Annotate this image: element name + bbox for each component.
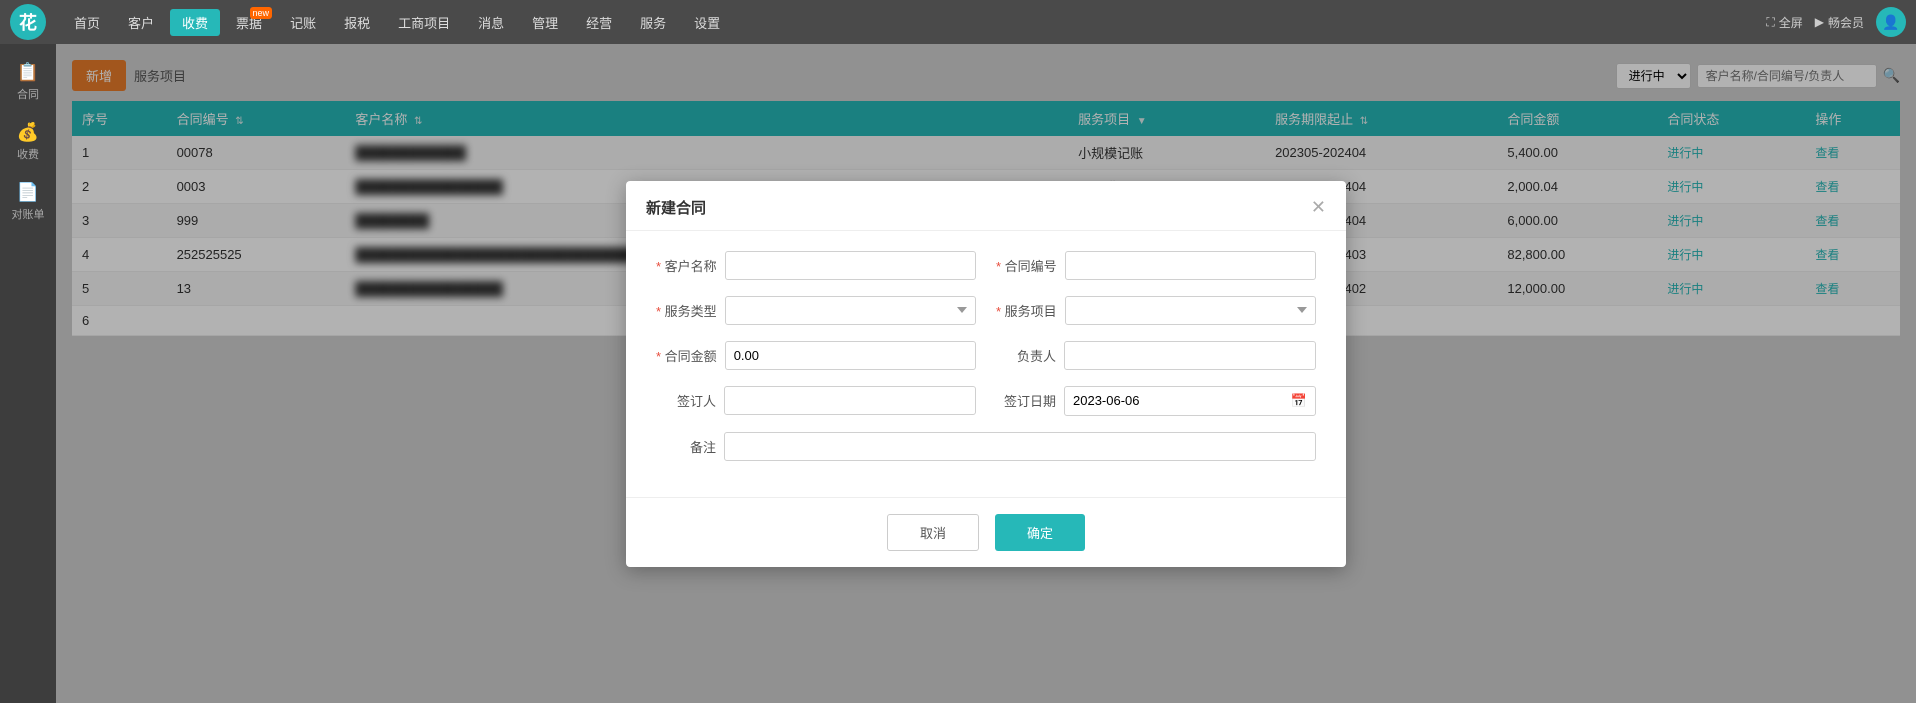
modal-title: 新建合同 [646,197,706,218]
form-group-contract-no: 合同编号 [996,251,1316,280]
form-group-service-item: 服务项目 [996,296,1316,325]
nav-bookkeeping[interactable]: 记账 [278,9,328,36]
form-group-service-type: 服务类型 [656,296,976,325]
remark-input[interactable] [724,432,1316,461]
billing-icon: 💰 [17,122,39,143]
new-contract-modal: 新建合同 ✕ 客户名称 合同编号 [626,181,1346,567]
sidebar-item-contract[interactable]: 📋 合同 [0,54,56,110]
nav-billing[interactable]: 收费 [170,9,220,36]
nav-tax[interactable]: 报税 [332,9,382,36]
signer-label: 签订人 [656,391,716,410]
customer-name-label: 客户名称 [656,256,717,275]
form-row-4: 签订人 签订日期 2023-06-06 📅 [656,386,1316,416]
app-logo: 花 [10,4,46,40]
modal-header: 新建合同 ✕ [626,181,1346,231]
modal-footer: 取消 确定 [626,497,1346,567]
form-row-1: 客户名称 合同编号 [656,251,1316,280]
form-row-3: 合同金额 0.00 负责人 [656,341,1316,370]
form-row-5: 备注 [656,432,1316,461]
confirm-button[interactable]: 确定 [995,514,1085,551]
vip-icon: ▶ [1815,15,1824,29]
calendar-icon: 📅 [1291,393,1307,409]
nav-invoice[interactable]: 票据 new [224,9,274,36]
nav-service[interactable]: 服务 [628,9,678,36]
vip-button[interactable]: ▶ 畅会员 [1815,14,1864,31]
form-group-signer: 签订人 [656,386,976,416]
sign-date-input[interactable]: 2023-06-06 📅 [1064,386,1316,416]
nav-home[interactable]: 首页 [62,9,112,36]
remark-label: 备注 [656,437,716,456]
signer-input[interactable] [724,386,976,415]
contract-no-input[interactable] [1065,251,1316,280]
modal-close-button[interactable]: ✕ [1311,197,1326,218]
topnav-right: ⛶ 全屏 ▶ 畅会员 👤 [1766,7,1906,37]
nav-menu: 首页 客户 收费 票据 new 记账 报税 工商项目 消息 管理 经营 服务 设… [62,9,1766,36]
responsible-input[interactable] [1064,341,1316,370]
nav-management[interactable]: 管理 [520,9,570,36]
sidebar-item-billing[interactable]: 💰 收费 [0,114,56,170]
nav-settings[interactable]: 设置 [682,9,732,36]
sidebar: 📋 合同 💰 收费 📄 对账单 [0,44,56,703]
service-type-select[interactable] [725,296,976,325]
content-area: 新增 服务项目 进行中 已完成 已停止 🔍 序号 合同编号 ⇅ 客户名称 ⇅ 服… [56,44,1916,703]
main-layout: 📋 合同 💰 收费 📄 对账单 新增 服务项目 进行中 已完成 已停止 🔍 [0,44,1916,703]
contract-amount-label: 合同金额 [656,346,717,365]
service-item-label: 服务项目 [996,301,1057,320]
contract-amount-input[interactable]: 0.00 [725,341,976,370]
customer-name-input[interactable] [725,251,976,280]
statement-icon: 📄 [17,182,39,203]
user-avatar[interactable]: 👤 [1876,7,1906,37]
responsible-label: 负责人 [996,346,1056,365]
fullscreen-icon: ⛶ [1766,15,1774,30]
nav-operation[interactable]: 经营 [574,9,624,36]
sign-date-label: 签订日期 [996,391,1056,410]
top-navigation: 花 首页 客户 收费 票据 new 记账 报税 工商项目 消息 管理 经营 服务… [0,0,1916,44]
nav-message[interactable]: 消息 [466,9,516,36]
new-badge: new [250,7,273,19]
form-group-sign-date: 签订日期 2023-06-06 📅 [996,386,1316,416]
form-group-responsible: 负责人 [996,341,1316,370]
modal-overlay: 新建合同 ✕ 客户名称 合同编号 [56,44,1916,703]
sign-date-value: 2023-06-06 [1073,393,1140,408]
service-type-label: 服务类型 [656,301,717,320]
sidebar-item-statement[interactable]: 📄 对账单 [0,174,56,230]
cancel-button[interactable]: 取消 [887,514,979,551]
form-group-customer: 客户名称 [656,251,976,280]
contract-icon: 📋 [17,62,39,83]
contract-no-label: 合同编号 [996,256,1057,275]
nav-customer[interactable]: 客户 [116,9,166,36]
form-group-amount: 合同金额 0.00 [656,341,976,370]
form-row-2: 服务类型 服务项目 [656,296,1316,325]
nav-business[interactable]: 工商项目 [386,9,462,36]
fullscreen-button[interactable]: ⛶ 全屏 [1766,14,1802,31]
service-item-select[interactable] [1065,296,1316,325]
form-group-remark: 备注 [656,432,1316,461]
modal-body: 客户名称 合同编号 服务类型 [626,231,1346,497]
